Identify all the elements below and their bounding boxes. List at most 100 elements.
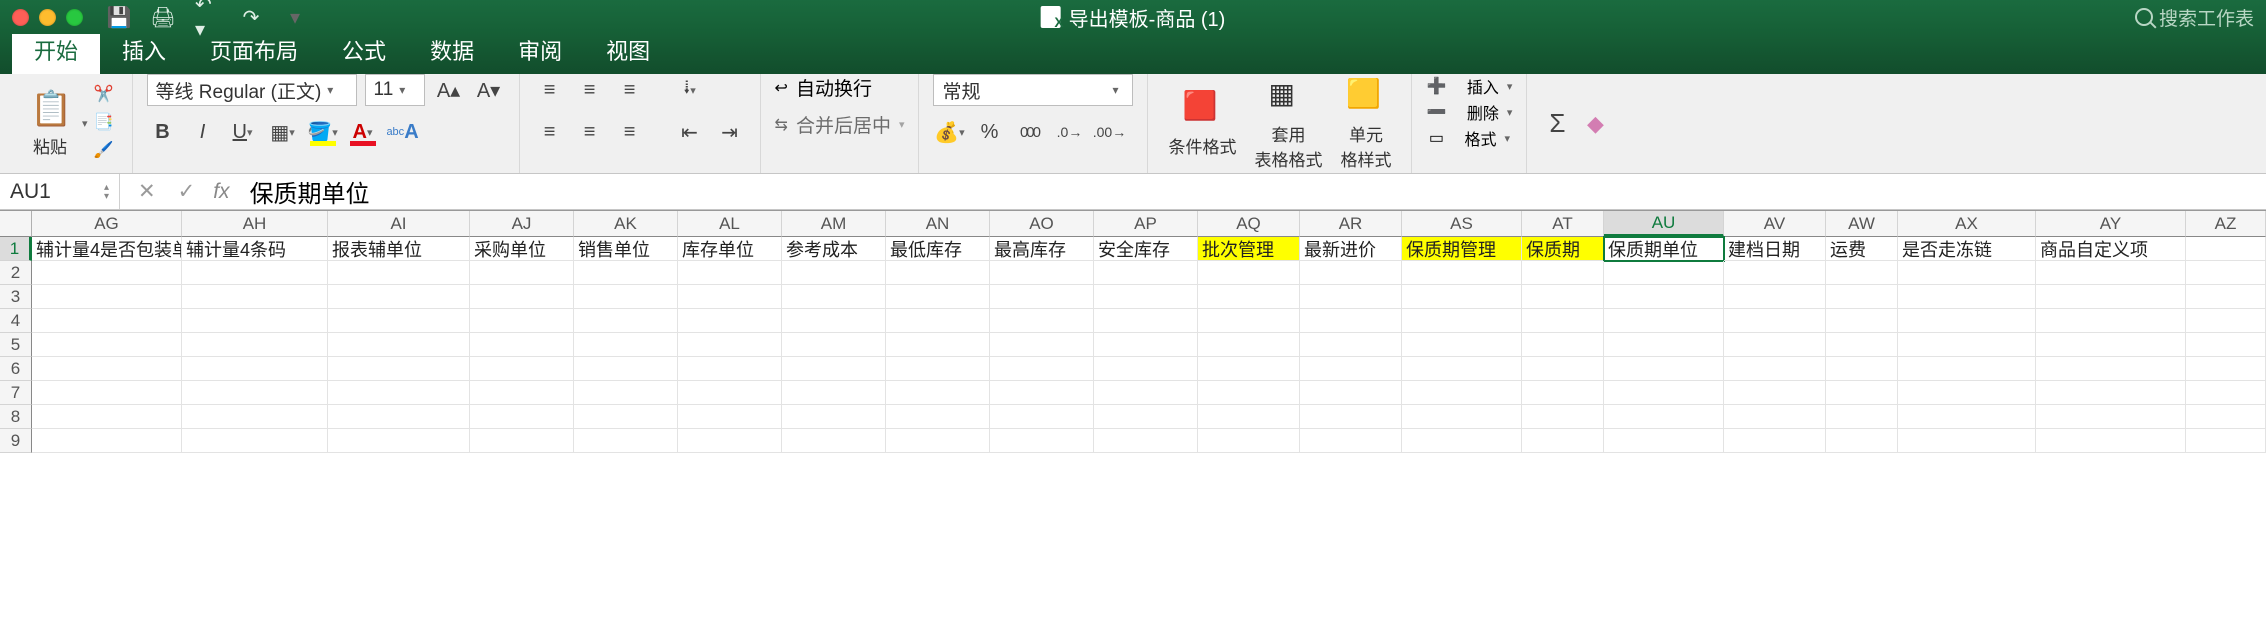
- border-button[interactable]: ▦▾: [267, 116, 299, 148]
- row-header[interactable]: 4: [0, 309, 32, 333]
- cell-AG5[interactable]: [32, 333, 182, 357]
- cell-AK5[interactable]: [574, 333, 678, 357]
- column-header-AL[interactable]: AL: [678, 211, 782, 237]
- cell-AK2[interactable]: [574, 261, 678, 285]
- select-all-corner[interactable]: [0, 211, 32, 237]
- cut-icon[interactable]: ✂️: [94, 84, 118, 108]
- cell-AT2[interactable]: [1522, 261, 1604, 285]
- phonetic-button[interactable]: abcA: [387, 116, 419, 148]
- paste-dropdown-icon[interactable]: ▾: [82, 117, 88, 130]
- cell-AS1[interactable]: 保质期管理: [1402, 237, 1522, 261]
- cell-AM8[interactable]: [782, 405, 886, 429]
- cell-AH7[interactable]: [182, 381, 328, 405]
- cell-AI1[interactable]: 报表辅单位: [328, 237, 470, 261]
- cell-AU5[interactable]: [1604, 333, 1724, 357]
- cell-AQ7[interactable]: [1198, 381, 1300, 405]
- cell-AK1[interactable]: 销售单位: [574, 237, 678, 261]
- cell-AQ5[interactable]: [1198, 333, 1300, 357]
- cell-AR7[interactable]: [1300, 381, 1402, 405]
- cell-AX1[interactable]: 是否走冻链: [1898, 237, 2036, 261]
- cell-AO7[interactable]: [990, 381, 1094, 405]
- cell-AZ2[interactable]: [2186, 261, 2266, 285]
- cell-AT7[interactable]: [1522, 381, 1604, 405]
- cell-AK8[interactable]: [574, 405, 678, 429]
- cell-AY4[interactable]: [2036, 309, 2186, 333]
- cell-AY5[interactable]: [2036, 333, 2186, 357]
- cell-AX5[interactable]: [1898, 333, 2036, 357]
- cell-AN6[interactable]: [886, 357, 990, 381]
- column-header-AN[interactable]: AN: [886, 211, 990, 237]
- bold-button[interactable]: B: [147, 116, 179, 148]
- column-header-AU[interactable]: AU: [1604, 211, 1724, 237]
- column-header-AT[interactable]: AT: [1522, 211, 1604, 237]
- paste-button[interactable]: 📋 粘贴: [24, 85, 76, 162]
- decrease-decimal-icon[interactable]: .00→: [1093, 116, 1125, 148]
- cell-AP2[interactable]: [1094, 261, 1198, 285]
- cell-AM5[interactable]: [782, 333, 886, 357]
- column-header-AI[interactable]: AI: [328, 211, 470, 237]
- close-icon[interactable]: [12, 9, 29, 26]
- cell-AH6[interactable]: [182, 357, 328, 381]
- font-name-combo[interactable]: 等线 Regular (正文) ▾: [147, 74, 357, 106]
- cell-AI3[interactable]: [328, 285, 470, 309]
- column-header-AS[interactable]: AS: [1402, 211, 1522, 237]
- cell-AV9[interactable]: [1724, 429, 1826, 453]
- cell-AT4[interactable]: [1522, 309, 1604, 333]
- cell-AY8[interactable]: [2036, 405, 2186, 429]
- cell-AJ3[interactable]: [470, 285, 574, 309]
- cell-AX3[interactable]: [1898, 285, 2036, 309]
- table-format-button[interactable]: ▦ 套用 表格格式: [1248, 73, 1328, 175]
- cell-AT9[interactable]: [1522, 429, 1604, 453]
- cell-AM7[interactable]: [782, 381, 886, 405]
- cell-AJ4[interactable]: [470, 309, 574, 333]
- qat-more-icon[interactable]: ▾: [283, 5, 307, 29]
- cell-AK7[interactable]: [574, 381, 678, 405]
- cell-AZ1[interactable]: [2186, 237, 2266, 261]
- cell-AX8[interactable]: [1898, 405, 2036, 429]
- cell-AG6[interactable]: [32, 357, 182, 381]
- cell-AH4[interactable]: [182, 309, 328, 333]
- cell-AL5[interactable]: [678, 333, 782, 357]
- cell-AW5[interactable]: [1826, 333, 1898, 357]
- cell-AI7[interactable]: [328, 381, 470, 405]
- cell-AM4[interactable]: [782, 309, 886, 333]
- percent-icon[interactable]: %: [973, 116, 1005, 148]
- undo-icon[interactable]: ↶ ▾: [195, 5, 219, 29]
- cell-AN4[interactable]: [886, 309, 990, 333]
- column-header-AM[interactable]: AM: [782, 211, 886, 237]
- cell-AU1[interactable]: 保质期单位: [1604, 237, 1724, 261]
- cell-AL9[interactable]: [678, 429, 782, 453]
- cell-AL2[interactable]: [678, 261, 782, 285]
- column-header-AZ[interactable]: AZ: [2186, 211, 2266, 237]
- cell-AY9[interactable]: [2036, 429, 2186, 453]
- cell-AJ2[interactable]: [470, 261, 574, 285]
- cell-AP7[interactable]: [1094, 381, 1198, 405]
- cell-AR9[interactable]: [1300, 429, 1402, 453]
- cell-AO5[interactable]: [990, 333, 1094, 357]
- cell-AQ2[interactable]: [1198, 261, 1300, 285]
- cell-AH1[interactable]: 辅计量4条码: [182, 237, 328, 261]
- cell-AX6[interactable]: [1898, 357, 2036, 381]
- align-left-icon[interactable]: ≡: [534, 116, 566, 148]
- cell-AP8[interactable]: [1094, 405, 1198, 429]
- delete-cells-button[interactable]: ➖ 删除 ▾: [1426, 100, 1512, 124]
- cell-AP1[interactable]: 安全库存: [1094, 237, 1198, 261]
- cell-AO6[interactable]: [990, 357, 1094, 381]
- increase-decimal-icon[interactable]: .0→: [1053, 116, 1085, 148]
- cell-AT5[interactable]: [1522, 333, 1604, 357]
- align-right-icon[interactable]: ≡: [614, 116, 646, 148]
- row-header[interactable]: 1: [0, 237, 32, 261]
- cell-AQ9[interactable]: [1198, 429, 1300, 453]
- copy-icon[interactable]: 📑: [94, 112, 118, 136]
- cell-AI9[interactable]: [328, 429, 470, 453]
- cell-AO1[interactable]: 最高库存: [990, 237, 1094, 261]
- cell-AH5[interactable]: [182, 333, 328, 357]
- cell-AG3[interactable]: [32, 285, 182, 309]
- column-header-AY[interactable]: AY: [2036, 211, 2186, 237]
- insert-cells-button[interactable]: ➕ 插入 ▾: [1426, 74, 1512, 98]
- cell-AZ3[interactable]: [2186, 285, 2266, 309]
- cell-AV8[interactable]: [1724, 405, 1826, 429]
- cell-AP9[interactable]: [1094, 429, 1198, 453]
- cell-AJ8[interactable]: [470, 405, 574, 429]
- cell-AS8[interactable]: [1402, 405, 1522, 429]
